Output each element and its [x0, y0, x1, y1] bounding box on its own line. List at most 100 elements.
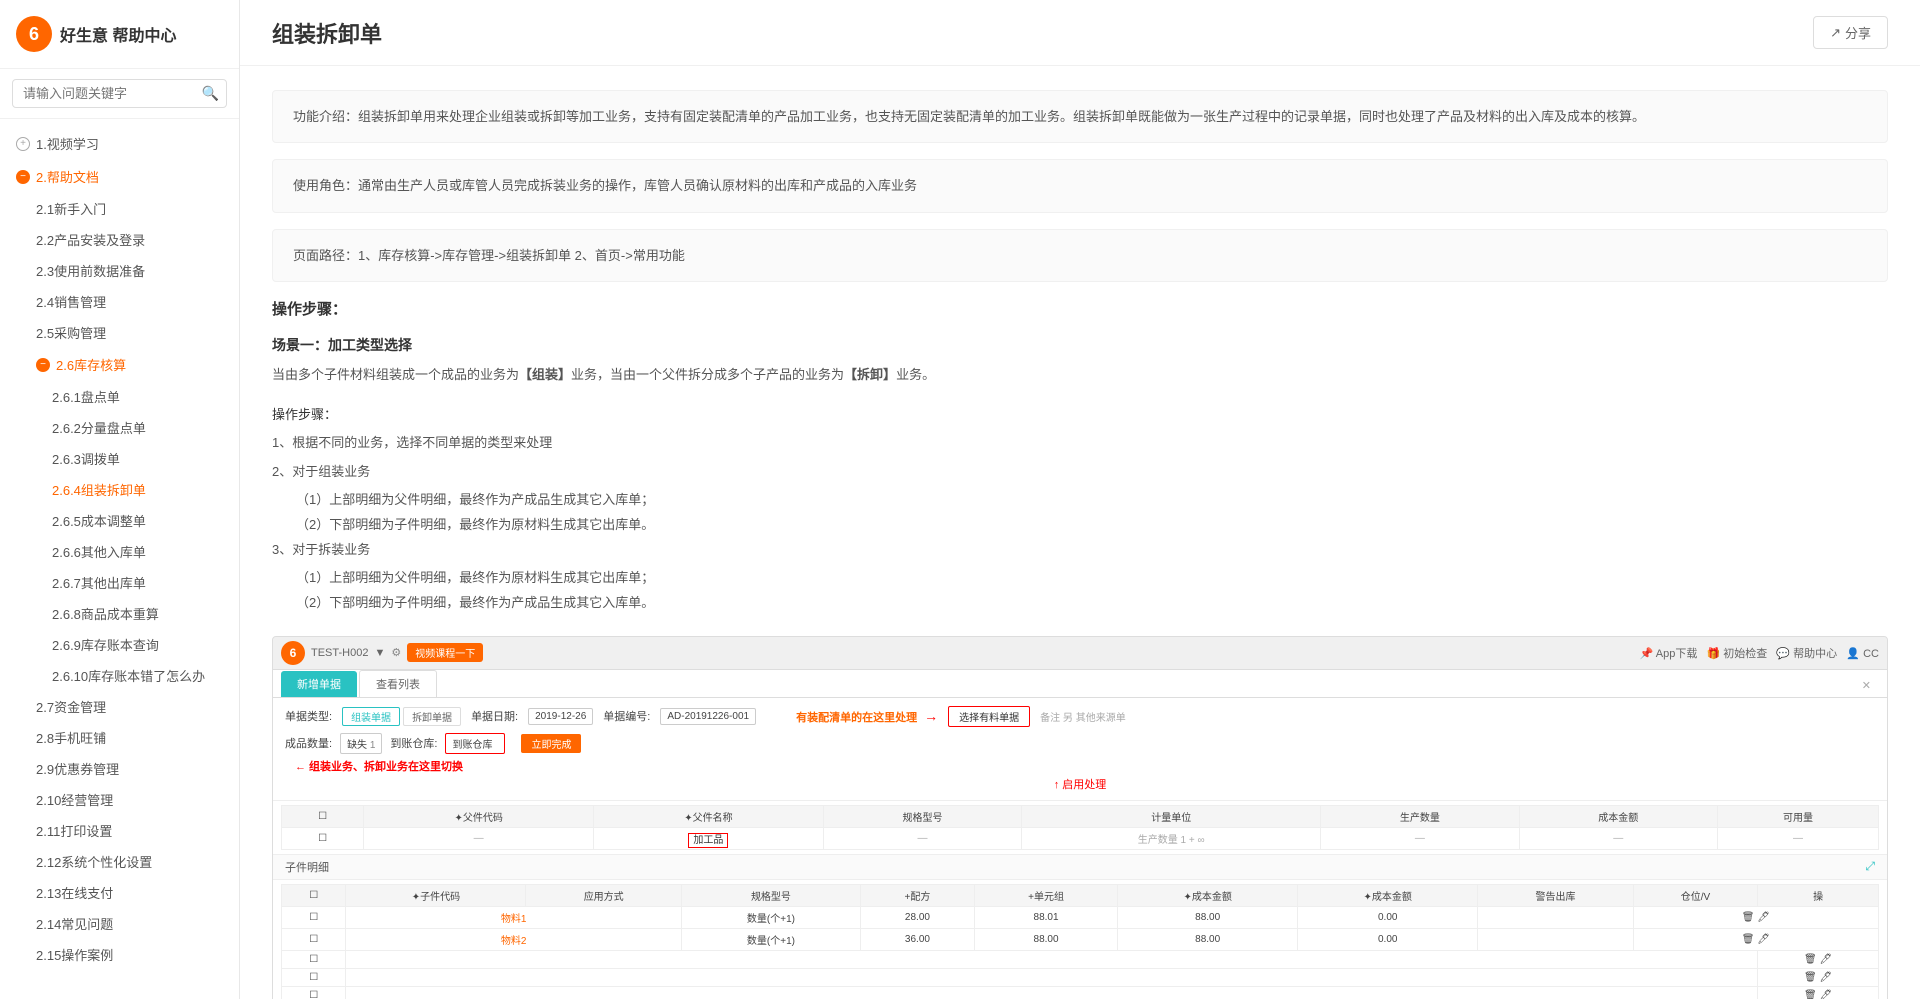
ss-lr1-check: ☐	[282, 906, 346, 928]
ss-lr2-qty1: 数量(个+1)	[681, 928, 860, 950]
nav-label: 1.视频学习	[36, 134, 99, 153]
sidebar-item-adjust[interactable]: 2.6.3调拨单	[0, 443, 239, 474]
ss-tab-new[interactable]: 新增单据	[281, 671, 357, 697]
ss-warehouse-input[interactable]: 到账仓库	[445, 733, 505, 754]
logo-text: 好生意 帮助中心	[60, 22, 176, 46]
path-block: 页面路径：1、库存核算->库存管理->组装拆卸单 2、首页->常用功能	[272, 229, 1888, 282]
sidebar-item-stocktake[interactable]: 2.6.1盘点单	[0, 381, 239, 412]
ss-annotation3: ↑ 启用处理	[1054, 779, 1107, 791]
screenshot-wrapper: 6 TEST-H002 ▼ ⚙ 视频课程一下 📌 App下载 🎁 初始检查 💬 …	[272, 636, 1888, 999]
step2-sub1: （1）上部明细为父件明细，最终作为产成品生成其它入库单；	[272, 488, 1888, 513]
sidebar-item-payment[interactable]: 2.13在线支付	[0, 877, 239, 908]
ss-col-cost: 成本金额	[1519, 805, 1717, 827]
sidebar-item-cases[interactable]: 2.15操作案例	[0, 939, 239, 970]
step3-sub1: （1）上部明细为父件明细，最终作为原材料生成其它出库单；	[272, 566, 1888, 591]
sidebar-item-cost[interactable]: 2.6.5成本调整单	[0, 505, 239, 536]
ss-row-unit: 生产数量 1 + ∞	[1022, 827, 1321, 849]
ss-annotation2: ← 组装业务、拆卸业务在这里切换	[295, 761, 463, 773]
sidebar-item-print[interactable]: 2.11打印设置	[0, 815, 239, 846]
ss-lr1-warn	[1478, 906, 1633, 928]
ss-lr1-c2: 88.00	[1118, 906, 1298, 928]
sidebar-item-operation[interactable]: 2.10经营管理	[0, 784, 239, 815]
step1: 1、根据不同的业务，选择不同单据的类型来处理	[272, 431, 1888, 456]
ss-lr5-check: ☐	[282, 986, 346, 999]
ss-confirm-btn[interactable]: 立即完成	[521, 734, 581, 753]
ss-date-label: 单据日期:	[471, 708, 518, 724]
ss-row-qty: —	[1321, 827, 1519, 849]
share-button[interactable]: ↗ 分享	[1813, 16, 1888, 49]
step3-sub2: （2）下部明细为子件明细，最终作为产成品生成其它入库单。	[272, 591, 1888, 616]
nav-label: 2.帮助文档	[36, 167, 99, 186]
ss-arrow1: →	[924, 708, 938, 724]
logo-area: 6 好生意 帮助中心	[0, 0, 239, 69]
ss-choose-btn[interactable]: 选择有料单据	[948, 706, 1030, 727]
ss-lr4-empty	[346, 968, 1758, 986]
scene1-title: 场景一：加工类型选择	[272, 335, 1888, 355]
page-title: 组装拆卸单	[272, 17, 382, 49]
sidebar-item-stockerr[interactable]: 2.6.10库存账本错了怎么办	[0, 660, 239, 691]
ss-field-label1: 单据类型:	[285, 708, 332, 724]
ss-l-col-qty: +单元组	[974, 884, 1117, 906]
step3: 3、对于拆装业务	[272, 538, 1888, 563]
ss-neworder-btn[interactable]: 视频课程一下	[407, 643, 483, 662]
ss-lr1-qty1: 数量(个+1)	[681, 906, 860, 928]
ss-lr1-name: 物料1	[346, 906, 681, 928]
ss-lr2-ops: 🗑 🖊	[1633, 928, 1878, 950]
ss-type-btn-assembly[interactable]: 组装单据	[342, 707, 400, 726]
expand-icon: +	[16, 137, 30, 151]
sidebar-item-sales[interactable]: 2.4销售管理	[0, 286, 239, 317]
ss-annotation1: 有装配清单的在这里处理	[796, 712, 917, 724]
ss-count-input[interactable]: 缺失 1	[340, 733, 382, 754]
sidebar-item-video[interactable]: + 1.视频学习	[0, 127, 239, 160]
sidebar-item-newcomer[interactable]: 2.1新手入门	[0, 193, 239, 224]
ss-lr2-c2: 88.00	[1118, 928, 1298, 950]
sidebar-item-data[interactable]: 2.3使用前数据准备	[0, 255, 239, 286]
sidebar-item-stocktake2[interactable]: 2.6.2分量盘点单	[0, 412, 239, 443]
ss-l-col-cost1: ✦成本金额	[1118, 884, 1298, 906]
ss-date-input[interactable]: 2019-12-26	[528, 708, 593, 725]
ss-lr1-avail: 0.00	[1298, 906, 1478, 928]
sidebar-item-install[interactable]: 2.2产品安装及登录	[0, 224, 239, 255]
ss-lr1-ops: 🗑 🖊	[1633, 906, 1878, 928]
ss-l-col-spec: 规格型号	[681, 884, 860, 906]
sidebar-item-purchase[interactable]: 2.5采购管理	[0, 317, 239, 348]
search-icon[interactable]: 🔍	[202, 85, 219, 102]
ss-name-input-red[interactable]: 加工品	[688, 833, 728, 848]
sidebar-item-doc[interactable]: 2.帮助文档	[0, 160, 239, 193]
ss-col-checkbox: ☐	[282, 805, 364, 827]
ss-lr5-empty	[346, 986, 1758, 999]
sidebar-item-stockcheck[interactable]: 2.6.9库存账本查询	[0, 629, 239, 660]
ss-dropdown: ▼	[374, 647, 385, 659]
ss-lr4-check: ☐	[282, 968, 346, 986]
path-text: 页面路径：1、库存核算->库存管理->组装拆卸单 2、首页->常用功能	[293, 248, 685, 263]
search-input[interactable]	[12, 79, 227, 108]
ss-count-label: 成品数量:	[285, 735, 332, 751]
step2: 2、对于组装业务	[272, 460, 1888, 485]
ss-extra-btns: 备注 另 其他来源单	[1040, 709, 1126, 724]
ss-expand-icon[interactable]: ⤢	[1865, 859, 1875, 874]
sidebar-item-costrecalc[interactable]: 2.6.8商品成本重算	[0, 598, 239, 629]
ss-lower-table: ☐ ✦子件代码 应用方式 规格型号 +配方 +单元组 ✦成本金额 ✦成本金额 警…	[281, 884, 1879, 999]
ss-no-input[interactable]: AD-20191226-001	[660, 708, 756, 725]
ss-row-avail: —	[1717, 827, 1878, 849]
scene1-desc: 当由多个子件材料组装成一个成品的业务为【组装】业务，当由一个父件拆分成多个子产品…	[272, 363, 1888, 388]
main-content: 功能介绍：组装拆卸单用来处理企业组装或拆卸等加工业务，支持有固定装配清单的产品加…	[240, 66, 1920, 999]
ss-lower-section-label: 子件明细	[285, 859, 329, 875]
sidebar-item-faq[interactable]: 2.14常见问题	[0, 908, 239, 939]
ss-close-btn[interactable]: ✕	[1854, 674, 1879, 697]
sidebar-item-inventory[interactable]: 2.6库存核算	[0, 348, 239, 381]
collapse-icon	[16, 170, 30, 184]
sidebar-item-in[interactable]: 2.6.6其他入库单	[0, 536, 239, 567]
ss-type-btn-disassembly[interactable]: 拆卸单据	[403, 707, 461, 726]
ss-lr2-avail: 0.00	[1298, 928, 1478, 950]
ss-lr2-name: 物料2	[346, 928, 681, 950]
sidebar-item-personalize[interactable]: 2.12系统个性化设置	[0, 846, 239, 877]
sidebar-item-finance[interactable]: 2.7资金管理	[0, 691, 239, 722]
ss-tab-list[interactable]: 查看列表	[359, 670, 437, 697]
sidebar-item-out[interactable]: 2.6.7其他出库单	[0, 567, 239, 598]
sidebar-item-assembly[interactable]: 2.6.4组装拆卸单	[0, 474, 239, 505]
ss-l-col-code: ✦子件代码	[346, 884, 526, 906]
sidebar-item-mobile[interactable]: 2.8手机旺铺	[0, 722, 239, 753]
sidebar-item-coupon[interactable]: 2.9优惠券管理	[0, 753, 239, 784]
ss-lr2-warn	[1478, 928, 1633, 950]
